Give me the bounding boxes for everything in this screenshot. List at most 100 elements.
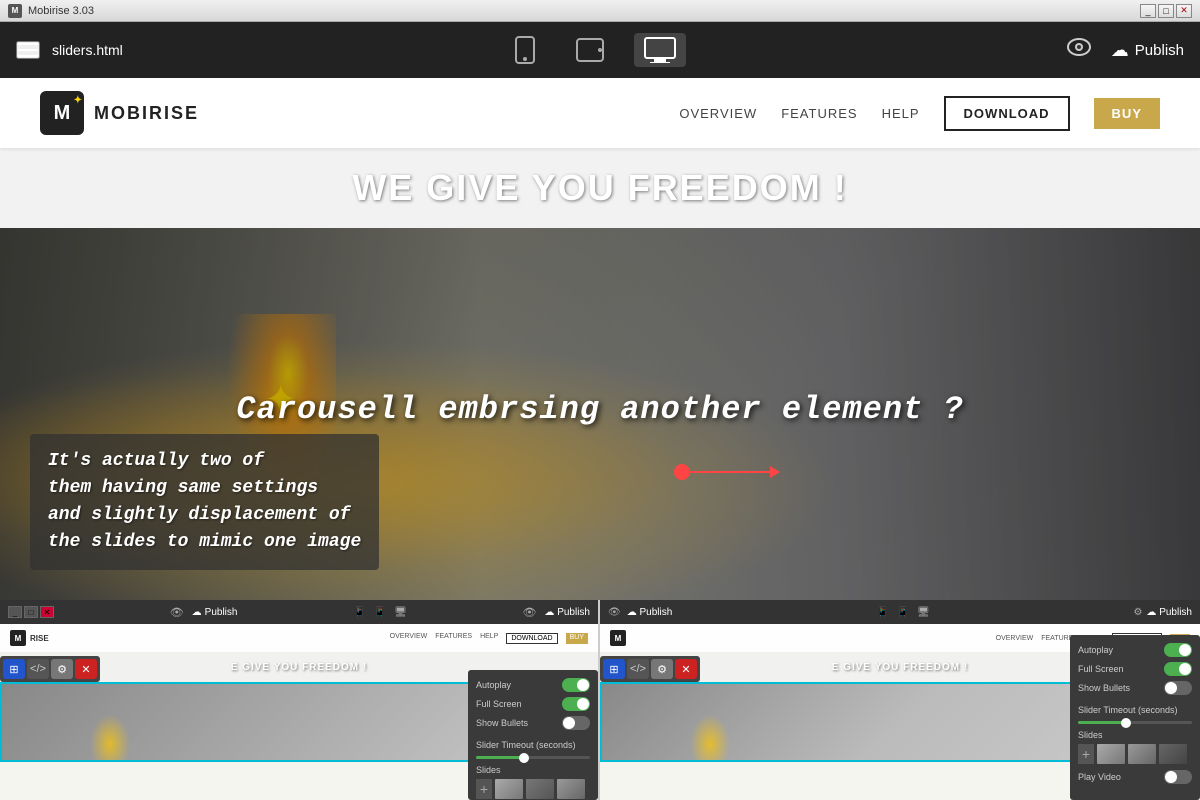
edit-toolbar-right: ⊞ </> ⚙ ✕ [600, 656, 700, 682]
timeout-row: Slider Timeout (seconds) [476, 735, 590, 759]
main-toolbar: sliders.html [0, 22, 1200, 78]
right-play-video-toggle[interactable] [1164, 770, 1192, 784]
mini-minimize-btn[interactable]: _ [8, 606, 22, 618]
block-edit-icon[interactable]: ⊞ [3, 659, 25, 679]
right-slides-section: Slides + [1078, 730, 1192, 764]
mini-left-publish2[interactable]: ☁ Publish [544, 607, 590, 618]
autoplay-label: Autoplay [476, 680, 511, 690]
right-slide-thumb-3[interactable] [1159, 744, 1187, 764]
right-code-icon[interactable]: </> [627, 659, 649, 679]
desktop-device-button[interactable] [634, 33, 686, 67]
slide-thumb-3[interactable] [557, 779, 585, 799]
toolbar-right: ☁ Publish [1067, 38, 1184, 62]
delete-edit-icon[interactable]: ✕ [75, 659, 97, 679]
mini-nav-features: FEATURES [435, 633, 472, 644]
title-bar: M Mobirise 3.03 _ □ ✕ [0, 0, 1200, 22]
mini-right-logo-icon: M [610, 630, 626, 646]
tablet-device-button[interactable] [566, 33, 614, 67]
mini-tablet-icon: 📱 [374, 607, 386, 618]
logo-star-icon: ✦ [74, 95, 82, 106]
mini-nav-overview: OVERVIEW [390, 633, 428, 644]
fullscreen-label: Full Screen [476, 699, 522, 709]
menu-line-1 [18, 43, 38, 45]
mini-right-logo-letter: M [615, 634, 622, 643]
settings-edit-icon[interactable]: ⚙ [51, 659, 73, 679]
mini-site-nav-left: M RISE OVERVIEW FEATURES HELP DOWNLOAD B… [0, 624, 598, 652]
tablet-icon [576, 37, 604, 63]
slide-thumb-1[interactable] [495, 779, 523, 799]
nav-features[interactable]: FEATURES [781, 106, 857, 121]
eye-icon [1067, 38, 1091, 56]
explanation-text: It's actually two ofthem having same set… [48, 448, 361, 556]
app-icon: M [8, 4, 22, 18]
mini-close-btn[interactable]: ✕ [40, 606, 54, 618]
right-bullets-row: Show Bullets [1078, 681, 1192, 695]
mini-right-tablet-icon: 📱 [897, 607, 909, 618]
title-bar-left: M Mobirise 3.03 [8, 4, 94, 18]
mini-right-publish2[interactable]: ☁ Publish [1146, 607, 1192, 618]
mobile-device-button[interactable] [504, 32, 546, 68]
mini-maximize-btn[interactable]: □ [24, 606, 38, 618]
right-bullets-label: Show Bullets [1078, 683, 1130, 693]
right-bullets-toggle[interactable] [1164, 681, 1192, 695]
menu-button[interactable] [16, 41, 40, 59]
minimize-button[interactable]: _ [1140, 4, 1156, 18]
right-delete-icon[interactable]: ✕ [675, 659, 697, 679]
right-slide-thumb-1[interactable] [1097, 744, 1125, 764]
publish-label: Publish [1135, 42, 1184, 59]
timeout-label: Slider Timeout (seconds) [476, 740, 576, 750]
mini-right-sparkle [690, 714, 730, 762]
preview-button[interactable] [1067, 38, 1091, 62]
slide-thumb-2[interactable] [526, 779, 554, 799]
logo-text: MOBIRISE [94, 103, 199, 124]
mini-right-desktop-icon: 🖥 [917, 607, 930, 618]
code-edit-icon[interactable]: </> [27, 659, 49, 679]
slide-thumb-img-2 [526, 779, 554, 799]
menu-line-3 [18, 55, 38, 57]
right-autoplay-toggle[interactable] [1164, 643, 1192, 657]
maximize-button[interactable]: □ [1158, 4, 1174, 18]
mini-tb-controls: _ □ ✕ [8, 606, 54, 618]
right-timeout-slider[interactable] [1078, 721, 1192, 724]
add-slide-button[interactable]: + [476, 779, 492, 799]
nav-overview[interactable]: OVERVIEW [679, 106, 757, 121]
mobile-icon [514, 36, 536, 64]
right-add-slide-btn[interactable]: + [1078, 744, 1094, 764]
mini-left-publish-btn[interactable]: ☁ Publish [192, 607, 238, 618]
right-timeout-label: Slider Timeout (seconds) [1078, 705, 1178, 715]
fullscreen-toggle[interactable] [562, 697, 590, 711]
slide-thumb-img-1 [495, 779, 523, 799]
autoplay-row: Autoplay [476, 678, 590, 692]
mini-logo-area: M RISE [10, 630, 49, 646]
slides-thumbnails: + [476, 779, 590, 799]
autoplay-toggle[interactable] [562, 678, 590, 692]
nav-help[interactable]: HELP [882, 106, 920, 121]
mini-right-gear-icon: ⚙ [1133, 607, 1142, 618]
right-play-video-label: Play Video [1078, 772, 1121, 782]
close-button[interactable]: ✕ [1176, 4, 1192, 18]
timeout-slider[interactable] [476, 756, 590, 759]
window-controls[interactable]: _ □ ✕ [1140, 4, 1192, 18]
download-button[interactable]: DOWNLOAD [944, 96, 1070, 131]
mini-hero-text-left: E GIVE YOU FREEDOM ! [231, 662, 368, 673]
mini-site-name: RISE [30, 634, 49, 643]
mini-screenshot-left: _ □ ✕ 👁 ☁ Publish 📱 📱 🖥 👁 ☁ Publish [0, 600, 600, 800]
right-settings-icon[interactable]: ⚙ [651, 659, 673, 679]
bullets-toggle[interactable] [562, 716, 590, 730]
mini-right-eye-icon: 👁 [608, 607, 621, 618]
bullets-label: Show Bullets [476, 718, 528, 728]
mini-right-logo: M [610, 630, 626, 646]
mini-nav-links: OVERVIEW FEATURES HELP DOWNLOAD BUY [390, 633, 588, 644]
slides-section: Slides + [476, 765, 590, 799]
right-fullscreen-toggle[interactable] [1164, 662, 1192, 676]
mini-right-publish-btn[interactable]: ☁ Publish [627, 607, 673, 618]
mini-logo-letter: M [15, 634, 22, 643]
preview-area: M ✦ MOBIRISE OVERVIEW FEATURES HELP DOWN… [0, 78, 1200, 800]
nav-links: OVERVIEW FEATURES HELP DOWNLOAD BUY [679, 96, 1160, 131]
right-slide-thumb-2[interactable] [1128, 744, 1156, 764]
mini-screenshot-right: 👁 ☁ Publish 📱 📱 🖥 ⚙ ☁ Publish M [600, 600, 1200, 800]
right-block-icon[interactable]: ⊞ [603, 659, 625, 679]
desktop-icon [644, 37, 676, 63]
buy-button[interactable]: BUY [1094, 98, 1160, 129]
publish-button[interactable]: ☁ Publish [1111, 40, 1184, 61]
